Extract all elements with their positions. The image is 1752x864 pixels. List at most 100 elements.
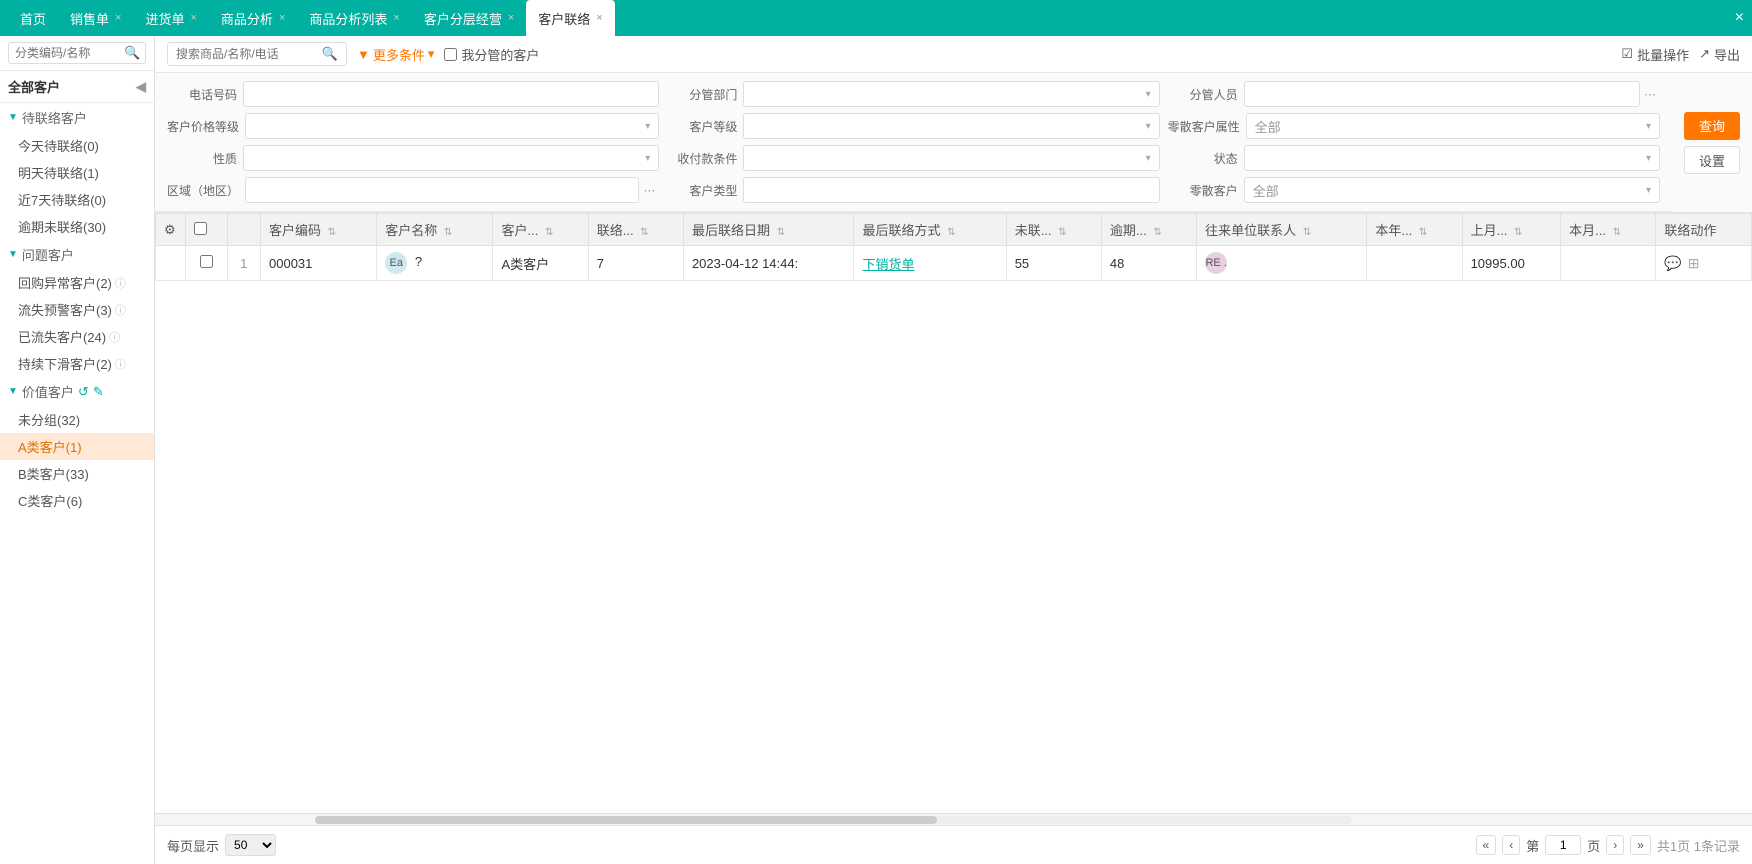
- region-more-icon[interactable]: ···: [639, 183, 659, 197]
- nav-analysis[interactable]: 商品分析 ×: [209, 0, 297, 36]
- refresh-icon[interactable]: ↺: [78, 384, 89, 400]
- th-no-contact[interactable]: 未联... ⇅: [1006, 214, 1101, 246]
- customer-level-select[interactable]: ▾: [743, 113, 1159, 139]
- first-page-btn[interactable]: «: [1476, 835, 1497, 855]
- window-close-button[interactable]: ×: [1735, 9, 1744, 27]
- sidebar-item-churn-warning[interactable]: 流失预警客户(3) ⓘ: [0, 296, 154, 323]
- chevron-price-icon: ▾: [645, 121, 650, 132]
- td-checkbox[interactable]: [186, 246, 228, 281]
- sidebar-item-class-c[interactable]: C类客户(6): [0, 487, 154, 514]
- dept-select[interactable]: ▾: [743, 81, 1159, 107]
- td-this-year: [1367, 246, 1462, 281]
- sidebar-item-ungrouped[interactable]: 未分组(32): [0, 406, 154, 433]
- manager-more-icon[interactable]: ···: [1640, 87, 1660, 101]
- td-name[interactable]: Ea ?: [377, 246, 493, 281]
- retail-attr-select[interactable]: 全部 ▾: [1246, 113, 1660, 139]
- td-index: 1: [227, 246, 261, 281]
- close-analysis-list-tab[interactable]: ×: [393, 12, 399, 24]
- td-last-method[interactable]: 下销货单: [854, 246, 1006, 281]
- nav-contact[interactable]: 客户联络 ×: [526, 0, 614, 36]
- close-purchase-tab[interactable]: ×: [190, 12, 196, 24]
- prev-page-btn[interactable]: ‹: [1502, 835, 1520, 855]
- status-select[interactable]: ▾: [1244, 145, 1660, 171]
- sidebar-collapse-icon[interactable]: ◀: [136, 79, 146, 95]
- my-customers-filter[interactable]: 我分管的客户: [444, 45, 539, 64]
- sidebar-item-tomorrow[interactable]: 明天待联络(1): [0, 159, 154, 186]
- price-level-select[interactable]: ▾: [245, 113, 659, 139]
- sidebar-item-declining[interactable]: 持续下滑客户(2) ⓘ: [0, 350, 154, 377]
- close-contact-tab[interactable]: ×: [596, 12, 602, 24]
- th-this-year[interactable]: 本年... ⇅: [1367, 214, 1462, 246]
- th-last-month[interactable]: 上月... ⇅: [1462, 214, 1561, 246]
- query-button[interactable]: 查询: [1684, 112, 1740, 140]
- td-actions: 💬 ⊞: [1656, 246, 1752, 281]
- export-icon: ↗: [1699, 46, 1710, 62]
- close-segment-tab[interactable]: ×: [508, 12, 514, 24]
- sidebar-item-abnormal[interactable]: 回购异常客户(2) ⓘ: [0, 269, 154, 296]
- sidebar-search-icon[interactable]: 🔍: [124, 45, 140, 61]
- th-last-date[interactable]: 最后联络日期 ⇅: [683, 214, 854, 246]
- sidebar-item-7days[interactable]: 近7天待联络(0): [0, 186, 154, 213]
- nature-select[interactable]: ▾: [243, 145, 659, 171]
- nav-purchase[interactable]: 进货单 ×: [133, 0, 208, 36]
- edit-icon[interactable]: ✎: [93, 384, 104, 400]
- payment-select[interactable]: ▾: [743, 145, 1159, 171]
- td-code: 000031: [261, 246, 377, 281]
- batch-op-btn[interactable]: ☑ 批量操作: [1621, 45, 1689, 64]
- section-problem-customers[interactable]: ▼ 问题客户: [0, 240, 154, 269]
- more-filter-btn[interactable]: ▼ 更多条件 ▾: [357, 45, 434, 64]
- th-checkbox[interactable]: [186, 214, 228, 246]
- nav-home[interactable]: 首页: [8, 0, 58, 36]
- row-checkbox[interactable]: [200, 255, 213, 268]
- th-overdue[interactable]: 逾期... ⇅: [1101, 214, 1196, 246]
- filter-customer-level: 客户等级 ▾: [667, 113, 1159, 139]
- horizontal-scrollbar[interactable]: [155, 813, 1752, 825]
- close-analysis-tab[interactable]: ×: [279, 12, 285, 24]
- th-this-month[interactable]: 本月... ⇅: [1561, 214, 1656, 246]
- qr-icon[interactable]: ⊞: [1688, 255, 1700, 272]
- chat-icon[interactable]: 💬: [1664, 255, 1681, 272]
- sidebar-item-overdue[interactable]: 逾期未联络(30): [0, 213, 154, 240]
- last-page-btn[interactable]: »: [1630, 835, 1651, 855]
- nav-analysis-list[interactable]: 商品分析列表 ×: [297, 0, 411, 36]
- filter-status: 状态 ▾: [1168, 145, 1660, 171]
- setting-button[interactable]: 设置: [1684, 146, 1740, 174]
- export-btn[interactable]: ↗ 导出: [1699, 45, 1740, 64]
- manager-input[interactable]: [1244, 81, 1640, 107]
- sidebar-item-class-a[interactable]: A类客户(1): [0, 433, 154, 460]
- customer-table: ⚙ 客户编码 ⇅ 客户名称 ⇅ 客户... ⇅ 联络... ⇅ 最后联络日期 ⇅…: [155, 213, 1752, 281]
- filter-row-3: 性质 ▾ 收付款条件 ▾ 状态: [167, 145, 1660, 171]
- my-customers-checkbox[interactable]: [444, 48, 457, 61]
- info-icon-abnormal: ⓘ: [115, 275, 126, 291]
- th-unit-contact[interactable]: 往来单位联系人 ⇅: [1197, 214, 1367, 246]
- close-sales-tab[interactable]: ×: [115, 12, 121, 24]
- pagination: 每页显示 50 100 200 « ‹ 第 页 › » 共1页 1条记录: [155, 825, 1752, 864]
- region-input[interactable]: [245, 177, 639, 203]
- th-contact[interactable]: 联络... ⇅: [588, 214, 683, 246]
- th-last-method[interactable]: 最后联络方式 ⇅: [854, 214, 1006, 246]
- filter-payment: 收付款条件 ▾: [667, 145, 1159, 171]
- th-settings[interactable]: ⚙: [156, 214, 186, 246]
- section-value-customers[interactable]: ▼ 价值客户 ↺ ✎: [0, 377, 154, 406]
- sidebar-item-class-b[interactable]: B类客户(33): [0, 460, 154, 487]
- nav-sales[interactable]: 销售单 ×: [58, 0, 133, 36]
- sidebar-item-churned[interactable]: 已流失客户(24) ⓘ: [0, 323, 154, 350]
- retail-customer-select[interactable]: 全部 ▾: [1244, 177, 1660, 203]
- select-all-checkbox[interactable]: [194, 222, 207, 235]
- main-search-input[interactable]: [176, 47, 322, 61]
- customer-type-input[interactable]: [743, 177, 1159, 203]
- td-overdue: 48: [1101, 246, 1196, 281]
- page-number-input[interactable]: [1545, 835, 1581, 855]
- sidebar-all-customers[interactable]: 全部客户 ◀: [0, 71, 154, 103]
- phone-input[interactable]: [243, 81, 659, 107]
- sidebar-item-today[interactable]: 今天待联络(0): [0, 132, 154, 159]
- page-size-select[interactable]: 50 100 200: [225, 834, 276, 856]
- next-page-btn[interactable]: ›: [1606, 835, 1624, 855]
- main-layout: 🔍 全部客户 ◀ ▼ 待联络客户 今天待联络(0) 明天待联络(1) 近7天待联…: [0, 36, 1752, 864]
- main-search-icon[interactable]: 🔍: [322, 46, 338, 62]
- section-pending-contact[interactable]: ▼ 待联络客户: [0, 103, 154, 132]
- th-type[interactable]: 客户... ⇅: [493, 214, 588, 246]
- th-code[interactable]: 客户编码 ⇅: [261, 214, 377, 246]
- th-name[interactable]: 客户名称 ⇅: [377, 214, 493, 246]
- nav-segment[interactable]: 客户分层经营 ×: [412, 0, 526, 36]
